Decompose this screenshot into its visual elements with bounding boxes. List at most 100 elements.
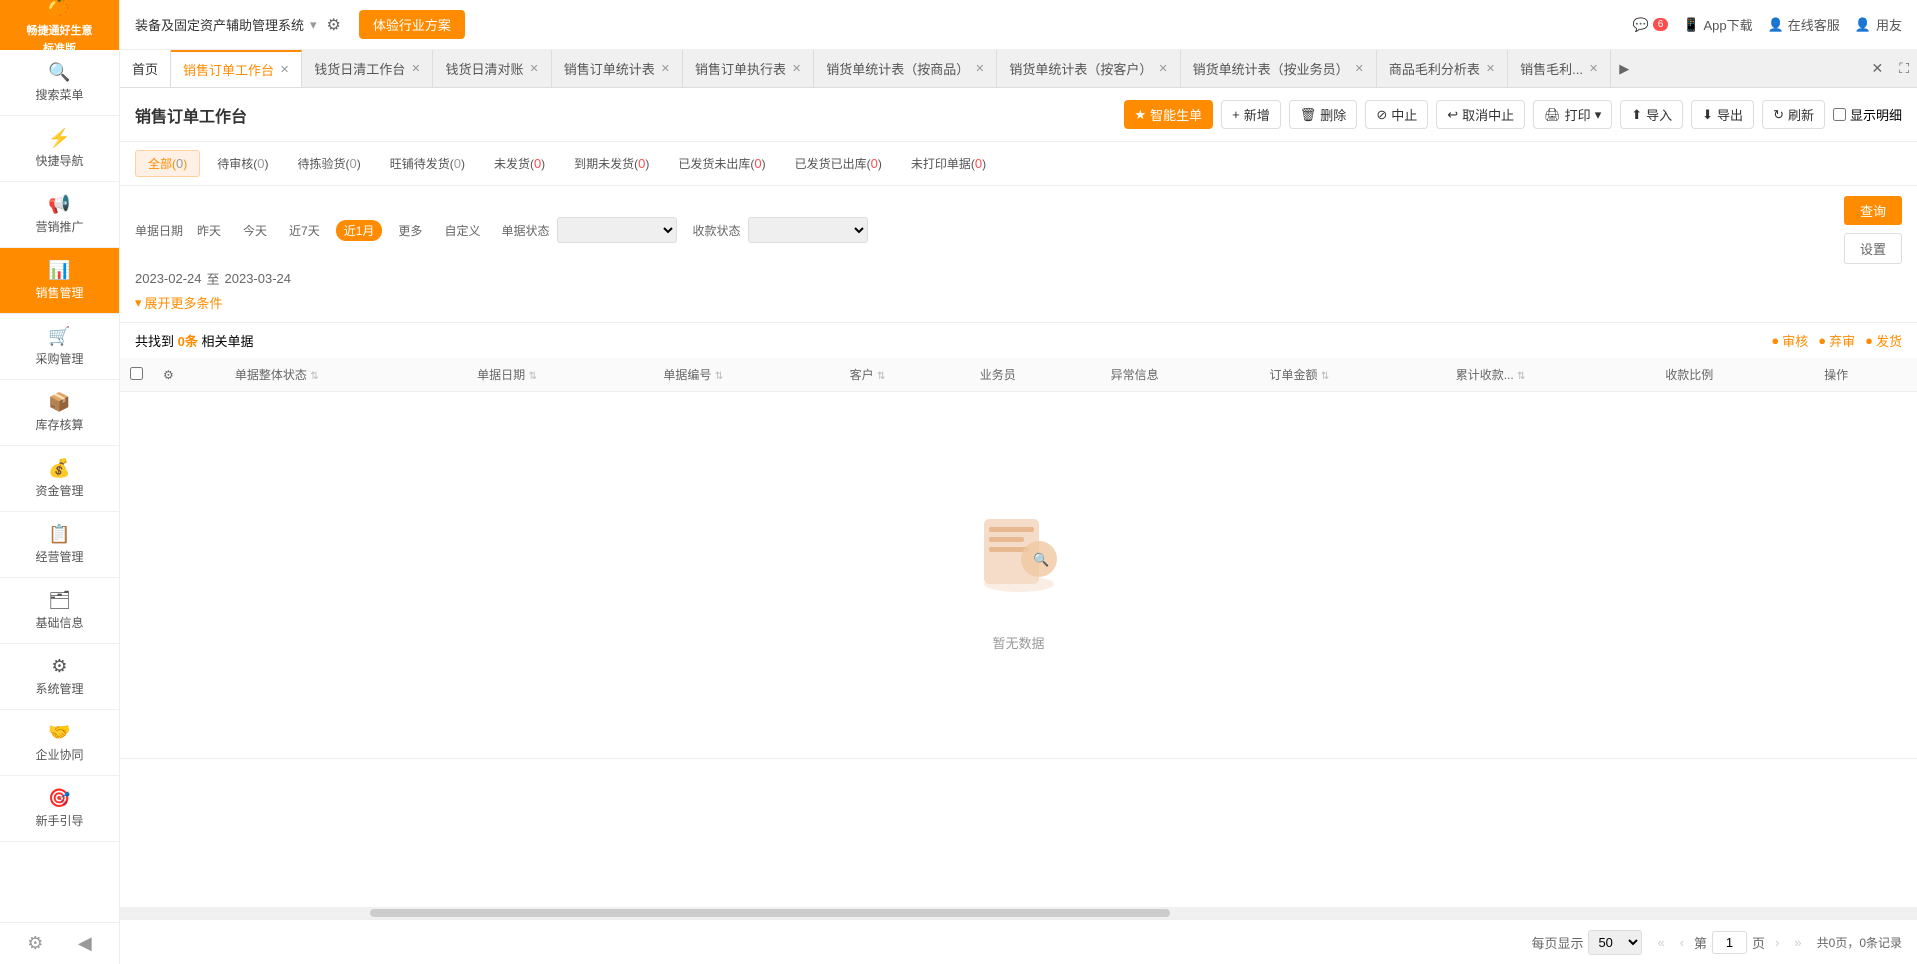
filter-tab-1[interactable]: 待审核(0) (205, 151, 280, 176)
user-info[interactable]: 👤 用友 (1855, 15, 1902, 34)
sidebar-item-采购管理[interactable]: 🛒采购管理 (0, 314, 119, 380)
page-input[interactable] (1712, 931, 1747, 954)
export-button[interactable]: ⬇ 导出 (1691, 100, 1754, 129)
tab-action-buttons: ✕ ⛶ (1863, 50, 1917, 88)
tab-close-3[interactable]: ✕ (530, 62, 539, 75)
date-btn-自定义[interactable]: 自定义 (438, 220, 486, 241)
table-action-0[interactable]: ● 审核 (1771, 331, 1808, 350)
stop-button[interactable]: ⊘ 中止 (1365, 100, 1428, 129)
add-button[interactable]: + 新增 (1221, 100, 1281, 129)
last-page-btn[interactable]: » (1789, 933, 1806, 952)
message-badge: 6 (1653, 18, 1669, 31)
col-status: 单据整体状态 ⇅ (225, 358, 467, 392)
filter-tab-6[interactable]: 已发货未出库(0) (666, 151, 777, 176)
sidebar-item-企业协同[interactable]: 🤝企业协同 (0, 710, 119, 776)
tab-0[interactable]: 首页 (120, 50, 171, 87)
tab-5[interactable]: 销售订单执行表✕ (683, 50, 814, 87)
sidebar-item-新手引导[interactable]: 🎯新手引导 (0, 776, 119, 842)
filter-tab-5[interactable]: 到期未发货(0) (562, 151, 661, 176)
sidebar-item-基础信息[interactable]: 🗂基础信息 (0, 578, 119, 644)
cancel-stop-button[interactable]: ↩ 取消中止 (1436, 100, 1525, 129)
tab-close-7[interactable]: ✕ (1158, 62, 1167, 75)
print-button[interactable]: 🖨 打印 ▾ (1533, 100, 1612, 129)
col-collected: 累计收款... ⇅ (1446, 358, 1656, 392)
payment-select[interactable] (748, 217, 868, 243)
tab-1[interactable]: 销售订单工作台✕ (171, 50, 302, 87)
date-btn-今天[interactable]: 今天 (237, 220, 273, 241)
filter-tab-2[interactable]: 待拣验货(0) (285, 151, 372, 176)
sidebar-item-营销推广[interactable]: 📢营销推广 (0, 182, 119, 248)
page-size-select[interactable]: 20 50 100 (1588, 930, 1642, 955)
horizontal-scrollbar[interactable] (120, 907, 1917, 919)
query-button[interactable]: 查询 (1844, 196, 1902, 225)
date-btn-更多[interactable]: 更多 (392, 220, 428, 241)
tab-close-4[interactable]: ✕ (661, 62, 670, 75)
show-detail-label[interactable]: 显示明细 (1833, 105, 1902, 124)
filter-tab-8[interactable]: 未打印单据(0) (899, 151, 998, 176)
sidebar-item-库存核算[interactable]: 📦库存核算 (0, 380, 119, 446)
empty-icon: 🔍 (959, 499, 1079, 618)
import-button[interactable]: ⬆ 导入 (1620, 100, 1683, 129)
gear-icon[interactable]: ⚙ (327, 15, 341, 35)
tab-10[interactable]: 销售毛利...✕ (1508, 50, 1611, 87)
tab-close-9[interactable]: ✕ (1486, 62, 1495, 75)
filter-tab-0[interactable]: 全部(0) (135, 150, 200, 177)
tab-close-8[interactable]: ✕ (1355, 62, 1364, 75)
tab-close-2[interactable]: ✕ (411, 62, 420, 75)
status-select[interactable] (557, 217, 677, 243)
table-action-1[interactable]: ● 弃审 (1818, 331, 1855, 350)
sidebar-item-快捷导航[interactable]: ⚡快捷导航 (0, 116, 119, 182)
table-scroll[interactable]: ⚙ 单据整体状态 ⇅ 单据日期 ⇅ 单据编号 ⇅ 客户 ⇅ 业务员 异常信息 订… (120, 358, 1917, 907)
tab-3[interactable]: 钱货日清对账✕ (433, 50, 551, 87)
sidebar-collapse-icon[interactable]: ◀ (78, 933, 92, 954)
setting-button[interactable]: 设置 (1844, 233, 1902, 264)
solution-button[interactable]: 体验行业方案 (359, 10, 465, 39)
first-page-btn[interactable]: « (1652, 933, 1669, 952)
sidebar-item-搜索菜单[interactable]: 🔍搜索菜单 (0, 50, 119, 116)
scroll-thumb[interactable] (370, 909, 1170, 917)
app-download-action[interactable]: 📱 App下载 (1683, 15, 1752, 34)
smart-create-button[interactable]: ★ 智能生单 (1124, 100, 1214, 129)
tab-close-5[interactable]: ✕ (792, 62, 801, 75)
expand-conditions-btn[interactable]: ▾ 展开更多条件 (135, 293, 1902, 312)
tab-9[interactable]: 商品毛利分析表✕ (1377, 50, 1508, 87)
date-btn-近1月[interactable]: 近1月 (336, 220, 383, 241)
tab-6[interactable]: 销货单统计表（按商品）✕ (814, 50, 997, 87)
filter-tab-7[interactable]: 已发货已出库(0) (783, 151, 894, 176)
filter-tab-4[interactable]: 未发货(0) (482, 151, 557, 176)
tab-close-10[interactable]: ✕ (1589, 62, 1598, 75)
tab-close-all-btn[interactable]: ✕ (1863, 50, 1891, 88)
sidebar-item-系统管理[interactable]: ⚙系统管理 (0, 644, 119, 710)
prev-page-btn[interactable]: ‹ (1675, 933, 1689, 952)
show-detail-checkbox[interactable] (1833, 108, 1846, 121)
col-operation: 操作 (1814, 358, 1917, 392)
message-action[interactable]: 💬 6 (1633, 17, 1669, 33)
sidebar-item-经营管理[interactable]: 📋经营管理 (0, 512, 119, 578)
date-btn-近7天[interactable]: 近7天 (283, 220, 326, 241)
tab-overflow-btn[interactable]: ▶ (1611, 61, 1637, 77)
header-actions: ★ 智能生单 + 新增 🗑 删除 ⊘ 中止 ↩ 取消中止 (1124, 100, 1903, 129)
tab-close-6[interactable]: ✕ (975, 62, 984, 75)
select-all-checkbox[interactable] (130, 367, 143, 380)
refresh-button[interactable]: ↻ 刷新 (1762, 100, 1825, 129)
delete-button[interactable]: 🗑 删除 (1289, 100, 1358, 129)
sidebar-item-资金管理[interactable]: 💰资金管理 (0, 446, 119, 512)
date-btn-昨天[interactable]: 昨天 (191, 220, 227, 241)
module-dropdown-icon[interactable]: ▾ (310, 17, 317, 33)
tab-2[interactable]: 钱货日清工作台✕ (302, 50, 433, 87)
tab-close-1[interactable]: ✕ (280, 63, 289, 76)
online-service-action[interactable]: 👤 在线客服 (1768, 15, 1840, 34)
tab-8[interactable]: 销货单统计表（按业务员）✕ (1181, 50, 1377, 87)
tab-fullscreen-btn[interactable]: ⛶ (1891, 50, 1917, 88)
tab-4[interactable]: 销售订单统计表✕ (552, 50, 683, 87)
filter-tab-3[interactable]: 旺铺待发货(0) (378, 151, 477, 176)
sidebar-settings-icon[interactable]: ⚙ (27, 933, 43, 954)
table-action-2[interactable]: ● 发货 (1865, 331, 1902, 350)
next-page-btn[interactable]: › (1770, 933, 1784, 952)
service-icon: 👤 (1768, 17, 1784, 33)
svg-text:🔍: 🔍 (1033, 551, 1049, 567)
tab-7[interactable]: 销货单统计表（按客户）✕ (997, 50, 1180, 87)
col-salesperson: 业务员 (970, 358, 1101, 392)
col-ratio: 收款比例 (1655, 358, 1814, 392)
sidebar-item-销售管理[interactable]: 📊销售管理 (0, 248, 119, 314)
